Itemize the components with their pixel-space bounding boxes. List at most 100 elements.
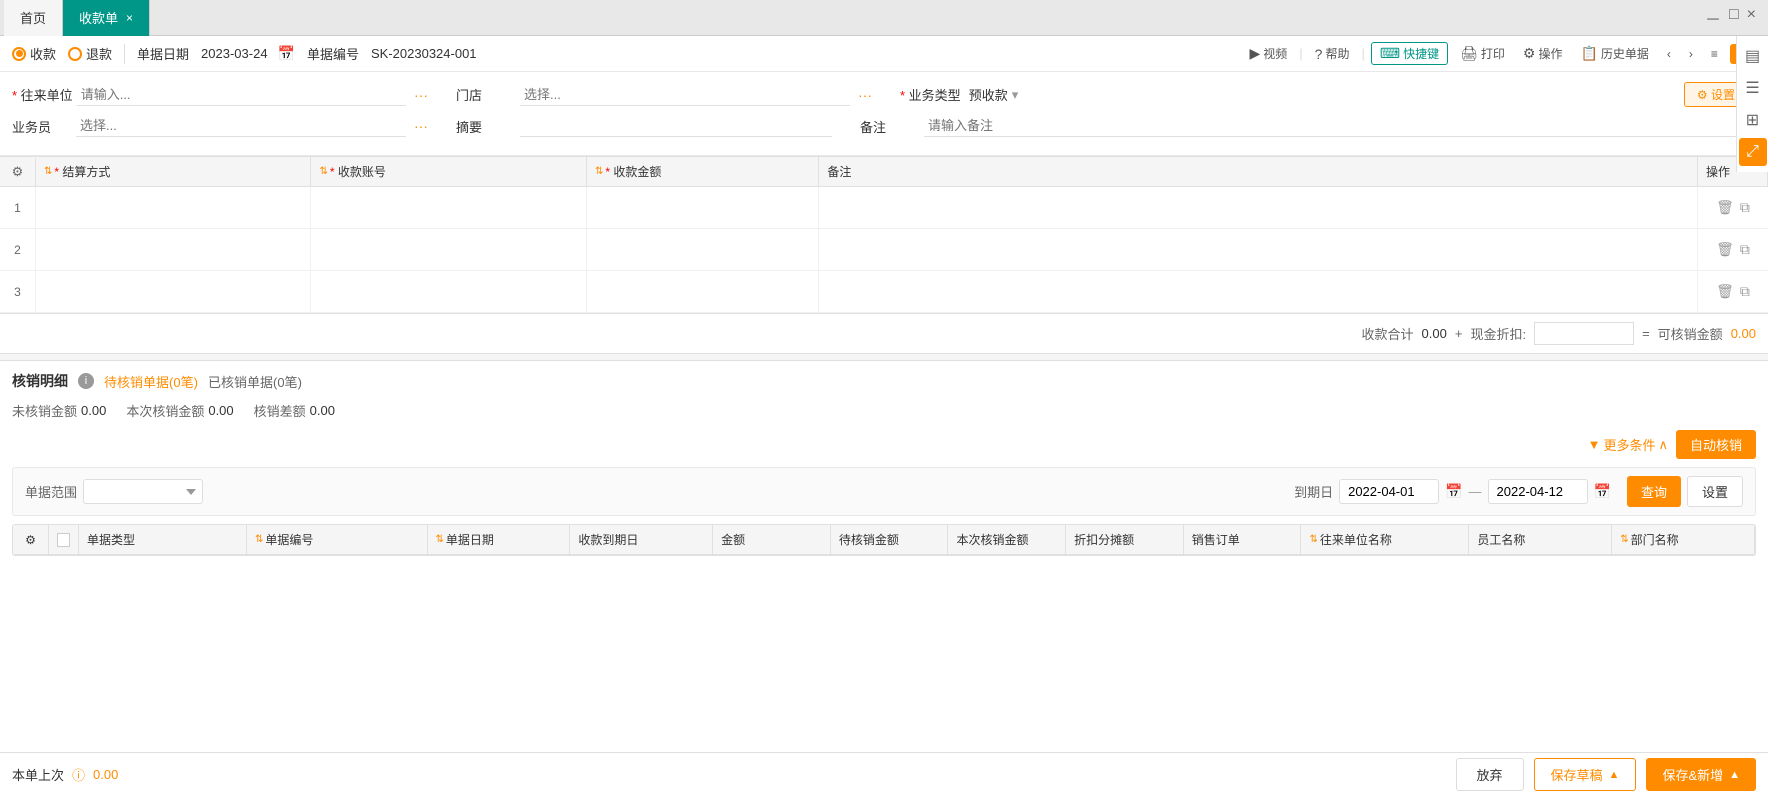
settings-icon: ⚙ bbox=[1697, 88, 1708, 102]
more-conditions-btn[interactable]: ▼ 更多条件 ∧ bbox=[1588, 435, 1668, 454]
td-settle-3[interactable] bbox=[36, 271, 311, 312]
sidebar-expand-icon[interactable]: ⤢ bbox=[1739, 138, 1767, 166]
th-settings[interactable]: ⚙ bbox=[0, 158, 36, 186]
abandon-btn[interactable]: 放弃 bbox=[1456, 758, 1524, 791]
window-maximize[interactable]: □ bbox=[1729, 6, 1739, 30]
nav-next-btn[interactable]: › bbox=[1683, 45, 1699, 63]
nav-prev-btn[interactable]: ‹ bbox=[1661, 45, 1677, 63]
radio-refund-dot bbox=[68, 47, 82, 61]
reconcile-label: 可核销金额 bbox=[1658, 324, 1723, 343]
due-date-label: 到期日 bbox=[1294, 482, 1333, 501]
filter-settings-btn[interactable]: 设置 bbox=[1687, 476, 1743, 507]
header-checkbox[interactable] bbox=[57, 533, 70, 547]
td-settle-1[interactable] bbox=[36, 187, 311, 228]
operation-icon: ⚙ bbox=[1523, 45, 1536, 62]
discount-input[interactable] bbox=[1534, 322, 1634, 345]
operation-btn[interactable]: ⚙ 操作 bbox=[1517, 43, 1569, 64]
sort-icon-account: ⇅ bbox=[319, 166, 327, 177]
summary-row: 收款合计 0.00 + 现金折扣: = 可核销金额 0.00 bbox=[0, 313, 1768, 353]
list-view-btn[interactable]: ≡ bbox=[1705, 45, 1724, 63]
range-select[interactable] bbox=[83, 479, 203, 504]
video-icon: ▶ bbox=[1249, 45, 1260, 62]
radio-receive[interactable]: 收款 bbox=[12, 44, 56, 63]
date-from-input[interactable] bbox=[1339, 479, 1439, 504]
copy-icon-3[interactable]: ⧉ bbox=[1740, 283, 1750, 300]
table-row: 1 🗑 ⧉ bbox=[0, 187, 1768, 229]
td-account-3[interactable] bbox=[311, 271, 586, 312]
td-index-1: 1 bbox=[0, 187, 36, 228]
tab-receipt-close[interactable]: × bbox=[126, 11, 133, 25]
video-btn[interactable]: ▶ 视频 bbox=[1243, 43, 1293, 64]
auto-reconcile-btn[interactable]: 自动核销 bbox=[1676, 430, 1756, 459]
business-type-dropdown[interactable]: ▾ bbox=[1012, 87, 1019, 103]
counterparty-more-btn[interactable]: ··· bbox=[410, 87, 432, 103]
sort-icon-amount: ⇅ bbox=[595, 166, 603, 177]
tab-bar: 首页 收款单 × － □ × bbox=[0, 0, 1768, 36]
delete-icon-3[interactable]: 🗑 bbox=[1716, 283, 1734, 300]
delete-icon-1[interactable]: 🗑 bbox=[1716, 199, 1734, 216]
salesperson-field: 业务员 ··· bbox=[12, 115, 432, 137]
delete-icon-2[interactable]: 🗑 bbox=[1716, 241, 1734, 258]
td-amount-2[interactable] bbox=[587, 229, 819, 270]
stat-diff: 核销差额 0.00 bbox=[254, 401, 335, 420]
salesperson-input[interactable] bbox=[76, 115, 406, 137]
th-settle: ⇅ 结算方式 bbox=[36, 157, 311, 186]
bottom-info-icon[interactable]: ⓘ bbox=[72, 765, 85, 784]
td-remark-3[interactable] bbox=[819, 271, 1698, 312]
radio-refund[interactable]: 退款 bbox=[68, 44, 112, 63]
td-account-2[interactable] bbox=[311, 229, 586, 270]
store-input[interactable] bbox=[520, 84, 850, 106]
bth-date: ⇅ 单据日期 bbox=[428, 525, 571, 554]
query-btn[interactable]: 查询 bbox=[1627, 476, 1681, 507]
th-amount: ⇅ 收款金额 bbox=[587, 157, 819, 186]
td-amount-3[interactable] bbox=[587, 271, 819, 312]
date-separator: — bbox=[1469, 484, 1482, 499]
sidebar-link-icon[interactable]: ⊞ bbox=[1739, 106, 1767, 134]
date-calendar-icon[interactable]: 📅 bbox=[278, 45, 295, 62]
td-amount-1[interactable] bbox=[587, 187, 819, 228]
shortcut-btn[interactable]: ⌨ 快捷键 bbox=[1371, 42, 1448, 65]
sort-icon-company: ⇅ bbox=[1309, 534, 1317, 545]
td-account-1[interactable] bbox=[311, 187, 586, 228]
bottom-table-header: ⚙ 单据类型 ⇅ 单据编号 ⇅ 单据日期 收款到期日 bbox=[13, 525, 1755, 555]
store-more-btn[interactable]: ··· bbox=[854, 87, 876, 103]
history-btn[interactable]: 📋 历史单据 bbox=[1574, 43, 1654, 64]
td-remark-1[interactable] bbox=[819, 187, 1698, 228]
td-settle-2[interactable] bbox=[36, 229, 311, 270]
toolbar-number-field: 单据编号 SK-20230324-001 bbox=[307, 44, 477, 63]
sidebar-table-icon[interactable]: ▤ bbox=[1739, 42, 1767, 70]
print-btn[interactable]: 🖨 打印 bbox=[1454, 43, 1511, 64]
copy-icon-1[interactable]: ⧉ bbox=[1740, 199, 1750, 216]
copy-icon-2[interactable]: ⧉ bbox=[1740, 241, 1750, 258]
save-btn[interactable]: 保存&新增 ▲ bbox=[1646, 758, 1756, 791]
bottom-bar-right: 放弃 保存草稿 ▲ 保存&新增 ▲ bbox=[1456, 758, 1756, 791]
date-from-calendar-icon[interactable]: 📅 bbox=[1445, 483, 1462, 500]
stat-unreconciled: 未核销金额 0.00 bbox=[12, 401, 106, 420]
date-to-input[interactable] bbox=[1488, 479, 1588, 504]
help-btn[interactable]: ? 帮助 bbox=[1309, 43, 1356, 64]
pending-tab[interactable]: 待核销单据(0笔) bbox=[104, 372, 198, 391]
counterparty-input[interactable] bbox=[77, 84, 406, 106]
draft-chevron-icon: ▲ bbox=[1609, 769, 1620, 781]
date-to-calendar-icon[interactable]: 📅 bbox=[1594, 483, 1611, 500]
salesperson-more-btn[interactable]: ··· bbox=[410, 118, 432, 134]
draft-btn[interactable]: 保存草稿 ▲ bbox=[1534, 758, 1637, 791]
bth-checkbox[interactable] bbox=[49, 525, 79, 554]
td-remark-2[interactable] bbox=[819, 229, 1698, 270]
store-label: 门店 bbox=[456, 85, 516, 104]
window-close[interactable]: × bbox=[1747, 6, 1756, 30]
bth-type: 单据类型 bbox=[79, 525, 247, 554]
sidebar-list-icon[interactable]: ☰ bbox=[1739, 74, 1767, 102]
reconcile-stats: 未核销金额 0.00 本次核销金额 0.00 核销差额 0.00 bbox=[12, 401, 1756, 420]
summary-input[interactable] bbox=[520, 115, 832, 137]
tab-receipt[interactable]: 收款单 × bbox=[63, 0, 150, 36]
reconcile-info-icon[interactable]: i bbox=[78, 373, 94, 389]
tab-home[interactable]: 首页 bbox=[4, 0, 63, 36]
done-tab[interactable]: 已核销单据(0笔) bbox=[208, 372, 302, 391]
right-sidebar: ▤ ☰ ⊞ ⤢ bbox=[1736, 36, 1768, 172]
window-minimize[interactable]: － bbox=[1705, 6, 1721, 30]
section-divider bbox=[0, 353, 1768, 361]
bth-settings[interactable]: ⚙ bbox=[13, 525, 49, 554]
th-account: ⇅ 收款账号 bbox=[311, 157, 586, 186]
remark-input[interactable] bbox=[924, 115, 1752, 137]
